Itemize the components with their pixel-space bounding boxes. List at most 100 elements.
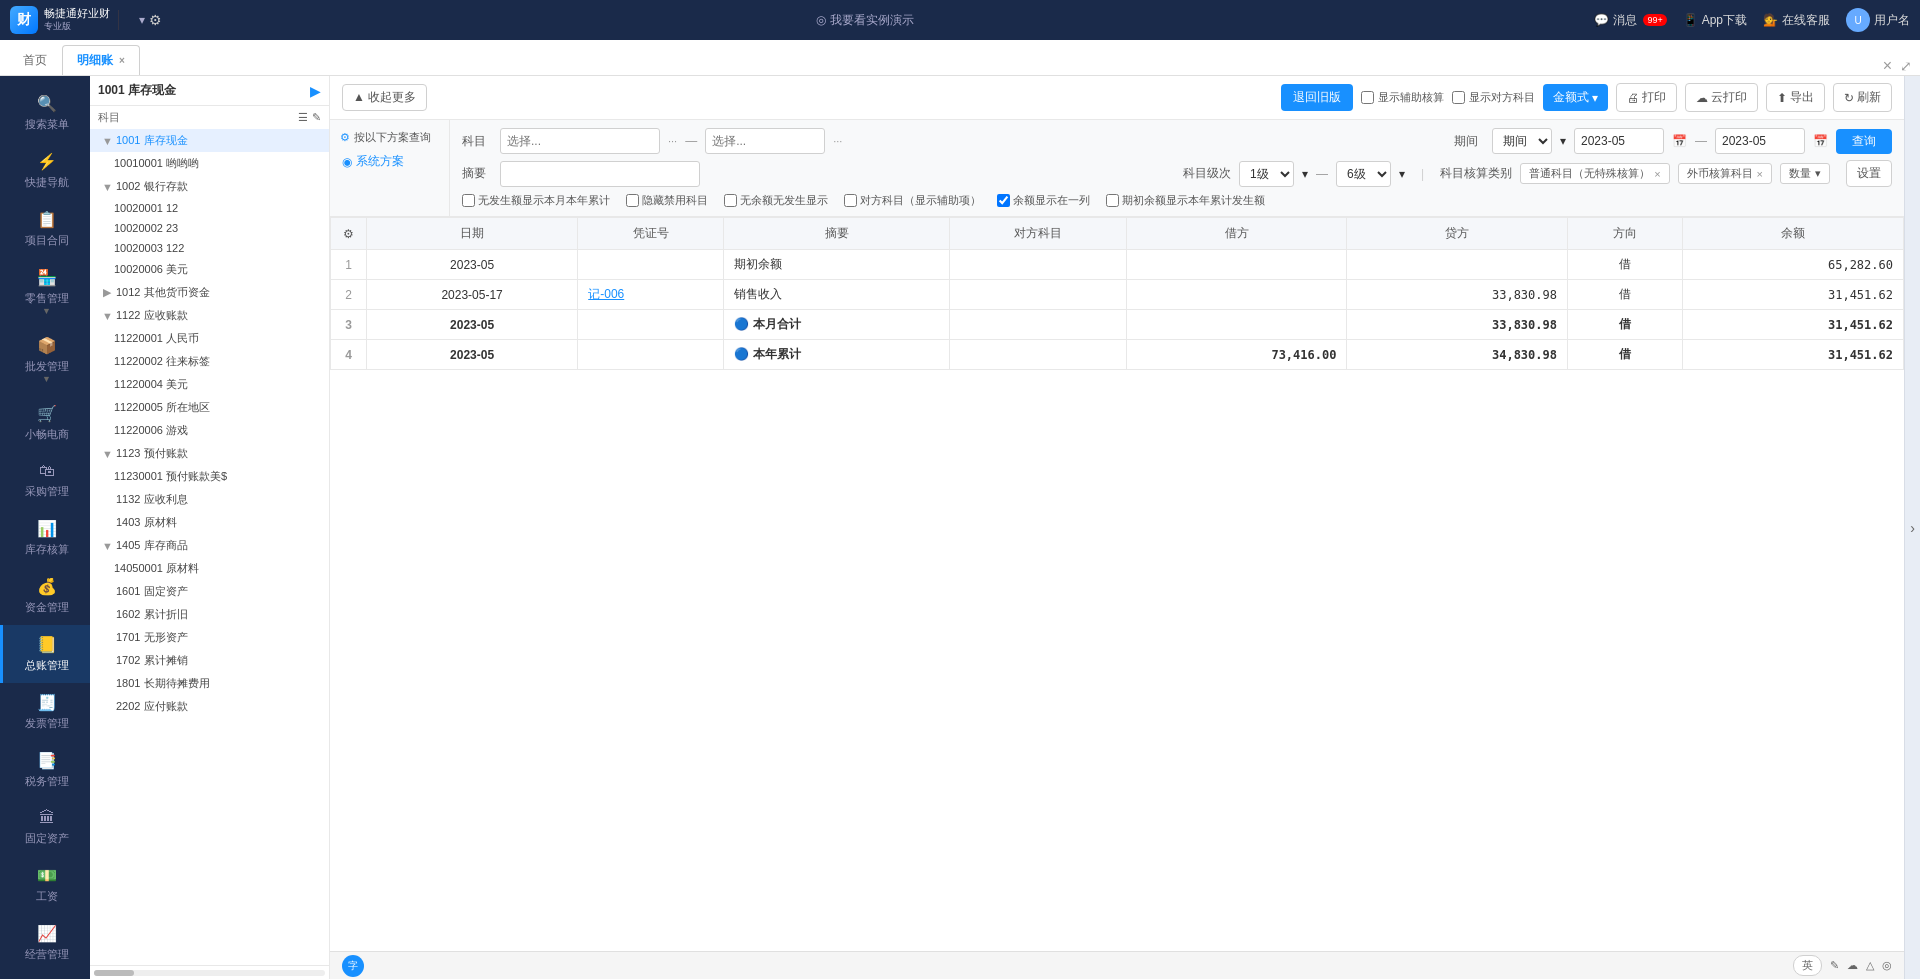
tree-item-10020002[interactable]: 10020002 23	[90, 218, 329, 238]
dropdown-icon[interactable]: ▾	[139, 13, 145, 27]
cb-hide-disabled[interactable]: 隐藏禁用科目	[626, 193, 708, 208]
tree-item-1403[interactable]: ▶ 1403 原材料	[90, 511, 329, 534]
row-voucher-2[interactable]: 记-006	[578, 280, 724, 310]
cb-no-balance-input[interactable]	[724, 194, 737, 207]
window-close-icon[interactable]: ×	[1883, 57, 1892, 75]
subject-more-btn[interactable]: ···	[668, 135, 677, 147]
style-btn[interactable]: 金额式 ▾	[1543, 84, 1608, 111]
expand-more-btn[interactable]: ▲ 收起更多	[342, 84, 427, 111]
message-btn[interactable]: 💬 消息 99+	[1594, 12, 1666, 29]
calendar-icon-start[interactable]: 📅	[1672, 134, 1687, 148]
cloud-print-btn[interactable]: ☁ 云打印	[1685, 83, 1758, 112]
tree-item-1123[interactable]: ▼ 1123 预付账款	[90, 442, 329, 465]
settings-icon[interactable]: ⚙	[149, 12, 162, 28]
scrollbar-bottom[interactable]	[90, 965, 329, 979]
sidebar-item-assets[interactable]: 🏛 固定资产	[0, 799, 90, 856]
sidebar-item-wholesale[interactable]: 📦 批发管理 ▼	[0, 326, 90, 394]
bottom-triangle-icon[interactable]: △	[1866, 959, 1874, 972]
level-end-select[interactable]: 6级	[1336, 161, 1391, 187]
tree-item-1701[interactable]: 1701 无形资产	[90, 626, 329, 649]
export-btn[interactable]: ⬆ 导出	[1766, 83, 1825, 112]
tree-item-1601[interactable]: 1601 固定资产	[90, 580, 329, 603]
panel-list-icon[interactable]: ☰	[298, 111, 308, 124]
scheme-system-item[interactable]: ◉ 系统方案	[334, 149, 445, 174]
panel-edit-icon[interactable]: ✎	[312, 111, 321, 124]
tree-item-11220001[interactable]: 11220001 人民币	[90, 327, 329, 350]
cb-hide-disabled-input[interactable]	[626, 194, 639, 207]
tree-toggle-1012[interactable]: ▶	[102, 286, 112, 299]
show-opposite-input[interactable]	[1452, 91, 1465, 104]
sidebar-item-capital[interactable]: 💰 资金管理	[0, 567, 90, 625]
tree-item-1702[interactable]: 1702 累计摊销	[90, 649, 329, 672]
tree-toggle-1001[interactable]: ▼	[102, 135, 112, 147]
tab-detail[interactable]: 明细账 ×	[62, 45, 140, 75]
tree-item-1012[interactable]: ▶ 1012 其他货币资金	[90, 281, 329, 304]
sidebar-item-tax[interactable]: 📑 税务管理	[0, 741, 90, 799]
tree-item-1002[interactable]: ▼ 1002 银行存款	[90, 175, 329, 198]
tree-toggle-1002[interactable]: ▼	[102, 181, 112, 193]
gear-icon[interactable]: ⚙	[343, 227, 354, 241]
tree-toggle-1122[interactable]: ▼	[102, 310, 112, 322]
sidebar-item-project[interactable]: 📋 项目合同	[0, 200, 90, 258]
tab-close-icon[interactable]: ×	[119, 55, 125, 66]
demo-btn[interactable]: ◎ 我要看实例演示	[816, 12, 914, 29]
type-tag-2-close[interactable]: ×	[1757, 168, 1763, 180]
show-aux-checkbox[interactable]: 显示辅助核算	[1361, 90, 1444, 105]
sidebar-item-retail[interactable]: 🏪 零售管理 ▼	[0, 258, 90, 326]
tree-item-11220006[interactable]: 11220006 游戏	[90, 419, 329, 442]
sidebar-item-search[interactable]: 🔍 搜索菜单	[0, 84, 90, 142]
sidebar-item-ecommerce[interactable]: 🛒 小畅电商	[0, 394, 90, 452]
tab-home[interactable]: 首页	[8, 45, 62, 75]
tree-item-14050001[interactable]: 14050001 原材料	[90, 557, 329, 580]
cb-opposite-input[interactable]	[844, 194, 857, 207]
tree-toggle-1405[interactable]: ▼	[102, 540, 112, 552]
scroll-thumb[interactable]	[94, 970, 134, 976]
tree-item-1602[interactable]: 1602 累计折旧	[90, 603, 329, 626]
tree-item-1132[interactable]: ▶ 1132 应收利息	[90, 488, 329, 511]
cb-no-amount[interactable]: 无发生额显示本月本年累计	[462, 193, 610, 208]
tree-item-2202[interactable]: 2202 应付账款	[90, 695, 329, 718]
sidebar-item-expense[interactable]: 💳 小畅报销	[0, 972, 90, 979]
sidebar-item-salary[interactable]: 💵 工资	[0, 856, 90, 914]
period-type-select[interactable]: 期间	[1492, 128, 1552, 154]
online-service-btn[interactable]: 💁 在线客服	[1763, 12, 1830, 29]
cb-opposite[interactable]: 对方科目（显示辅助项）	[844, 193, 981, 208]
level-start-select[interactable]: 1级	[1239, 161, 1294, 187]
sidebar-item-purchase[interactable]: 🛍 采购管理	[0, 452, 90, 509]
sidebar-item-ledger[interactable]: 📒 总账管理	[0, 625, 90, 683]
tree-toggle-1123[interactable]: ▼	[102, 448, 112, 460]
sidebar-item-invoice[interactable]: 🧾 发票管理	[0, 683, 90, 741]
sidebar-item-nav[interactable]: ⚡ 快捷导航	[0, 142, 90, 200]
cb-no-balance[interactable]: 无余额无发生显示	[724, 193, 828, 208]
tree-item-11220002[interactable]: 11220002 往来标签	[90, 350, 329, 373]
tree-item-10020001[interactable]: 10020001 12	[90, 198, 329, 218]
tree-item-1122[interactable]: ▼ 1122 应收账款	[90, 304, 329, 327]
query-btn[interactable]: 查询	[1836, 129, 1892, 154]
show-opposite-checkbox[interactable]: 显示对方科目	[1452, 90, 1535, 105]
cb-opening-ytd-input[interactable]	[1106, 194, 1119, 207]
subject-more-btn-2[interactable]: ···	[833, 135, 842, 147]
cb-no-amount-input[interactable]	[462, 194, 475, 207]
bottom-edit-icon[interactable]: ✎	[1830, 959, 1839, 972]
type-tag-1[interactable]: 普通科目（无特殊核算） ×	[1520, 163, 1669, 184]
tree-item-1801[interactable]: 1801 长期待摊费用	[90, 672, 329, 695]
ai-btn[interactable]: 字	[342, 955, 364, 977]
app-download-btn[interactable]: 📱 App下载	[1683, 12, 1747, 29]
subject-input[interactable]	[500, 128, 660, 154]
sidebar-item-inventory[interactable]: 📊 库存核算	[0, 509, 90, 567]
tree-item-10010001[interactable]: 10010001 哟哟哟	[90, 152, 329, 175]
right-collapse-btn[interactable]: ›	[1904, 76, 1920, 979]
refresh-btn[interactable]: ↻ 刷新	[1833, 83, 1892, 112]
cb-balance-col[interactable]: 余额显示在一列	[997, 193, 1090, 208]
period-start-input[interactable]	[1574, 128, 1664, 154]
show-aux-input[interactable]	[1361, 91, 1374, 104]
calendar-icon-end[interactable]: 📅	[1813, 134, 1828, 148]
summary-input[interactable]	[500, 161, 700, 187]
type-tag-2[interactable]: 外币核算科目 ×	[1678, 163, 1772, 184]
window-expand-icon[interactable]: ⤢	[1900, 58, 1912, 74]
cb-balance-col-input[interactable]	[997, 194, 1010, 207]
bottom-circle-icon[interactable]: ◎	[1882, 959, 1892, 972]
bottom-cloud-icon[interactable]: ☁	[1847, 959, 1858, 972]
type-tag-3[interactable]: 数量 ▾	[1780, 163, 1830, 184]
tree-item-10020006[interactable]: 10020006 美元	[90, 258, 329, 281]
